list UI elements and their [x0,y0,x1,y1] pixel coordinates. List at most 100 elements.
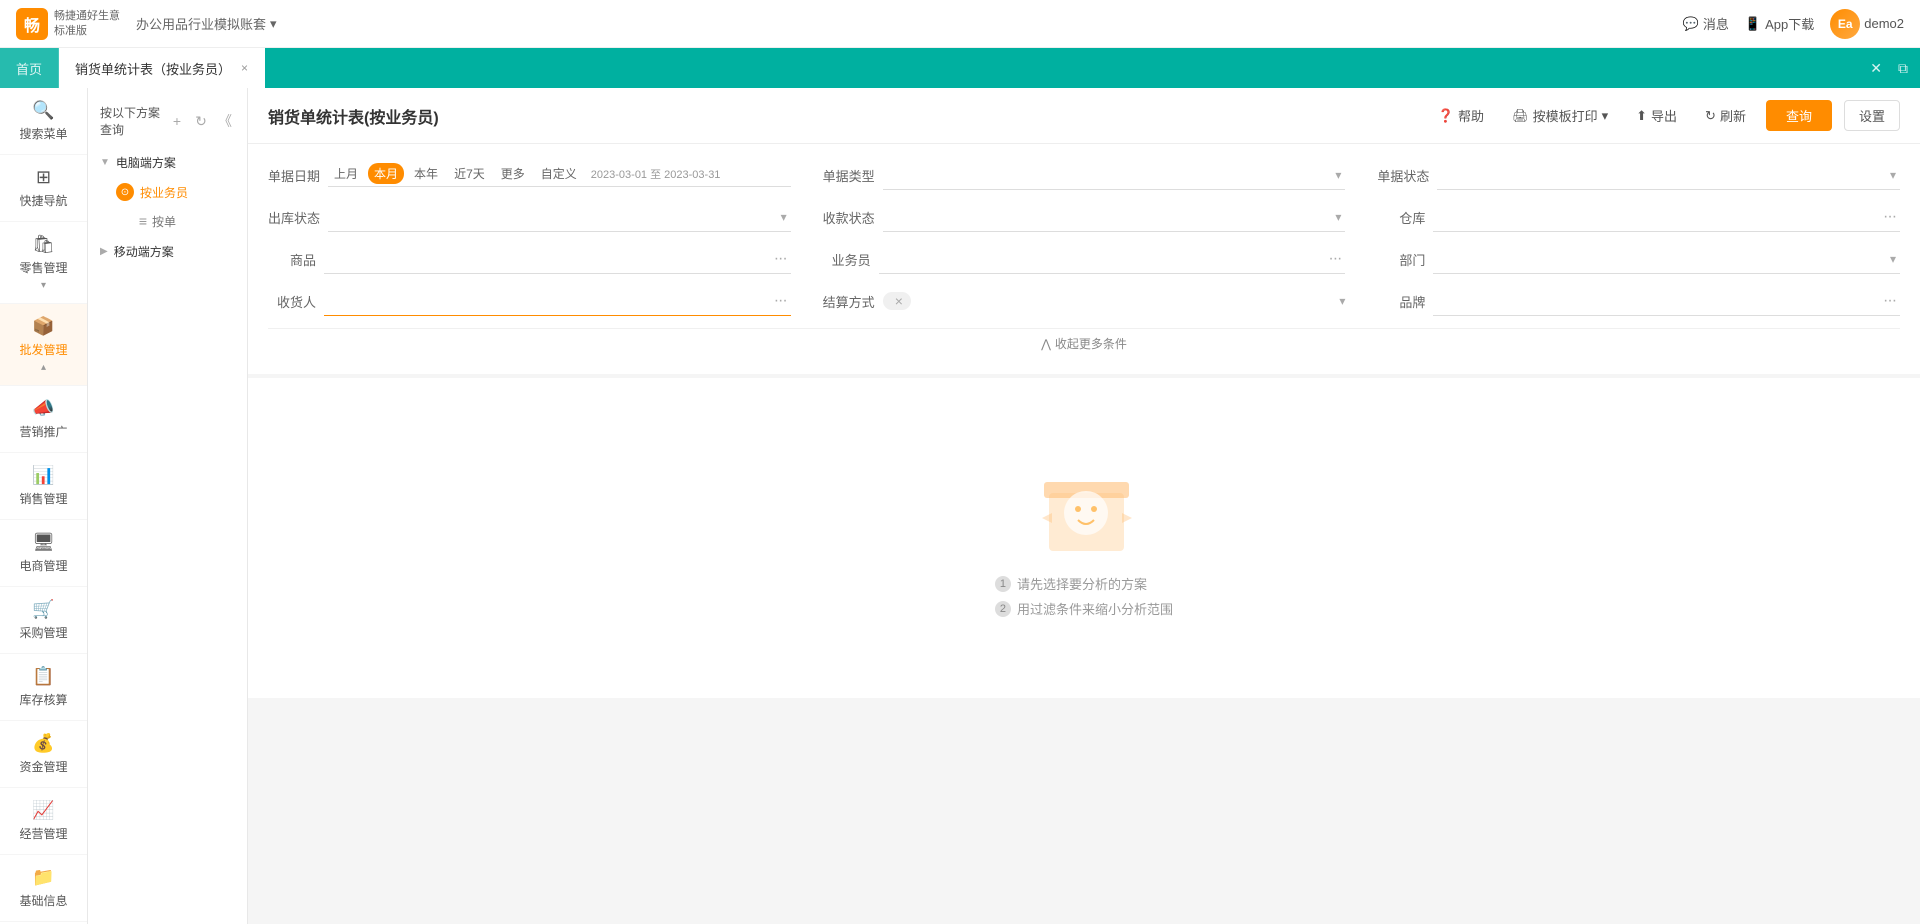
print-label: 按模板打印 [1533,106,1598,125]
filter-field-salesperson: 业务员 ··· [823,244,1346,274]
out-status-input[interactable] [328,202,791,232]
doc-status-input[interactable] [1437,160,1900,190]
salesperson-wrap: ··· [879,244,1346,274]
date-last7-btn[interactable]: 近7天 [448,163,491,184]
hint-num-1: 1 [995,576,1011,592]
user-area[interactable]: Ea demo2 [1830,9,1904,39]
logo-line1: 畅捷通好生意 [54,9,120,23]
consignee-input[interactable] [324,286,791,316]
main-layout: 🔍 搜索菜单 ⊞ 快捷导航 🛍 零售管理 ▾ 📦 批发管理 ▴ 📣 营销推广 📊… [0,88,1920,924]
print-icon: 🖨 [1512,108,1529,124]
sidebar-label-basic: 基础信息 [19,892,67,909]
date-current-year-btn[interactable]: 本年 [408,163,444,184]
receipt-status-wrap: ▾ [883,202,1346,232]
salesperson-plan-icon: ⊙ [116,183,134,201]
query-btn[interactable]: 查询 [1766,100,1832,131]
collapse-chevron-icon: ⋀ [1041,337,1051,351]
header-right: 💬 消息 📱 App下载 Ea demo2 [1683,9,1904,39]
sidebar-item-basic[interactable]: 📁 基础信息 [0,855,87,922]
sales-icon: 📊 [32,465,54,486]
app-download-icon: 📱 [1745,16,1761,32]
department-input[interactable] [1433,244,1900,274]
avatar-initials: Ea [1838,17,1853,31]
warehouse-dots-icon[interactable]: ··· [1883,208,1896,226]
logo-area: 畅 畅捷通好生意 标准版 [16,8,120,40]
sidebar-item-sales[interactable]: 📊 销售管理 [0,453,87,520]
date-more-btn[interactable]: 更多 [495,163,531,184]
payment-tag-close-btn[interactable]: × [895,294,903,308]
logo-line2: 标准版 [54,24,120,38]
sidebar-item-wholesale[interactable]: 📦 批发管理 ▴ [0,304,87,386]
sub-refresh-btn[interactable]: ↻ [191,111,211,131]
plan-group-mobile: ▶ 移动端方案 [88,237,247,266]
tab-restore-icon[interactable]: ⧉ [1894,56,1912,81]
sidebar-item-retail[interactable]: 🛍 零售管理 ▾ [0,222,87,304]
sidebar-label-shortcut: 快捷导航 [19,192,67,209]
sidebar-item-ecommerce[interactable]: 🖥 电商管理 [0,520,87,587]
date-range-text: 2023-03-01 至 2023-03-31 [591,166,721,182]
filter-field-payment: 结算方式 × ▾ [823,292,1346,311]
date-current-month-btn[interactable]: 本月 [368,163,404,184]
warehouse-input[interactable] [1433,202,1900,232]
brand-wrap: ··· [1433,286,1900,316]
settings-btn[interactable]: 设置 [1844,100,1900,131]
top-header: 畅 畅捷通好生意 标准版 办公用品行业模拟账套 ▾ 💬 消息 📱 App下载 E… [0,0,1920,48]
mobile-group-label: 移动端方案 [114,243,174,260]
empty-illustration [1034,458,1144,558]
sidebar-item-inventory[interactable]: 📋 库存核算 [0,654,87,721]
sub-collapse-btn[interactable]: 《 [215,111,235,131]
page-content: 销货单统计表(按业务员) ❓ 帮助 🖨 按模板打印 ▾ ⬆ 导出 [248,88,1920,924]
tab-close-all-icon[interactable]: ✕ [1866,56,1886,81]
product-input[interactable] [324,244,791,274]
sidebar-item-operation[interactable]: 📈 经营管理 [0,788,87,855]
empty-state: 1 请先选择要分析的方案 2 用过滤条件来缩小分析范围 [248,378,1920,698]
salesperson-label: 业务员 [823,250,879,269]
receipt-status-input[interactable] [883,202,1346,232]
industry-selector[interactable]: 办公用品行业模拟账套 ▾ [128,10,285,37]
mobile-group-toggle: ▶ [100,246,108,257]
plan-item-by-salesperson[interactable]: ⊙ 按业务员 [88,177,247,207]
brand-dots-icon[interactable]: ··· [1883,292,1896,310]
consignee-dots-icon[interactable]: ··· [774,292,787,310]
salesperson-dots-icon[interactable]: ··· [1328,250,1341,268]
plan-subitem-by-order[interactable]: ≡ 按单 [88,207,247,235]
brand-label: 品牌 [1377,292,1433,311]
date-custom-btn[interactable]: 自定义 [535,163,583,184]
product-dots-icon[interactable]: ··· [774,250,787,268]
filter-row-4: 收货人 ··· 结算方式 × [268,286,1900,316]
sidebar-item-shortcut[interactable]: ⊞ 快捷导航 [0,155,87,222]
help-label: 帮助 [1458,106,1484,125]
sidebar-label-retail: 零售管理 [19,259,67,276]
sidebar-item-finance[interactable]: 💰 资金管理 [0,721,87,788]
tab-report[interactable]: 销货单统计表（按业务员） × [59,48,265,88]
plan-group-pc: ▼ 电脑端方案 ⊙ 按业务员 ≡ 按单 [88,148,247,235]
sidebar-item-search[interactable]: 🔍 搜索菜单 [0,88,87,155]
refresh-btn[interactable]: ↻ 刷新 [1697,102,1754,129]
filter-field-doc-type: 单据类型 ▾ [823,160,1346,190]
collapse-more-btn[interactable]: ⋀ 收起更多条件 [268,328,1900,358]
payment-tag: × [883,292,911,310]
message-btn[interactable]: 💬 消息 [1683,14,1729,33]
warehouse-label: 仓库 [1377,208,1433,227]
tab-home-label: 首页 [16,59,42,78]
print-btn[interactable]: 🖨 按模板打印 ▾ [1504,102,1616,129]
operation-icon: 📈 [32,800,54,821]
app-download-btn[interactable]: 📱 App下载 [1745,14,1814,33]
hint-num-2: 2 [995,601,1011,617]
salesperson-input[interactable] [879,244,1346,274]
sidebar-item-marketing[interactable]: 📣 营销推广 [0,386,87,453]
date-prev-month-btn[interactable]: 上月 [328,163,364,184]
help-btn[interactable]: ❓ 帮助 [1430,102,1492,129]
sidebar-item-purchase[interactable]: 🛒 采购管理 [0,587,87,654]
pc-group-label: 电脑端方案 [116,154,176,171]
brand-input[interactable] [1433,286,1900,316]
tab-home[interactable]: 首页 [0,48,59,88]
sub-add-btn[interactable]: + [167,111,187,131]
plan-group-mobile-header[interactable]: ▶ 移动端方案 [88,237,247,266]
plan-group-pc-header[interactable]: ▼ 电脑端方案 [88,148,247,177]
consignee-wrap: ··· [324,286,791,316]
tab-close-icon[interactable]: × [241,61,248,75]
payment-wrap: × ▾ [883,292,1346,310]
export-btn[interactable]: ⬆ 导出 [1628,102,1685,129]
doc-type-input[interactable] [883,160,1346,190]
